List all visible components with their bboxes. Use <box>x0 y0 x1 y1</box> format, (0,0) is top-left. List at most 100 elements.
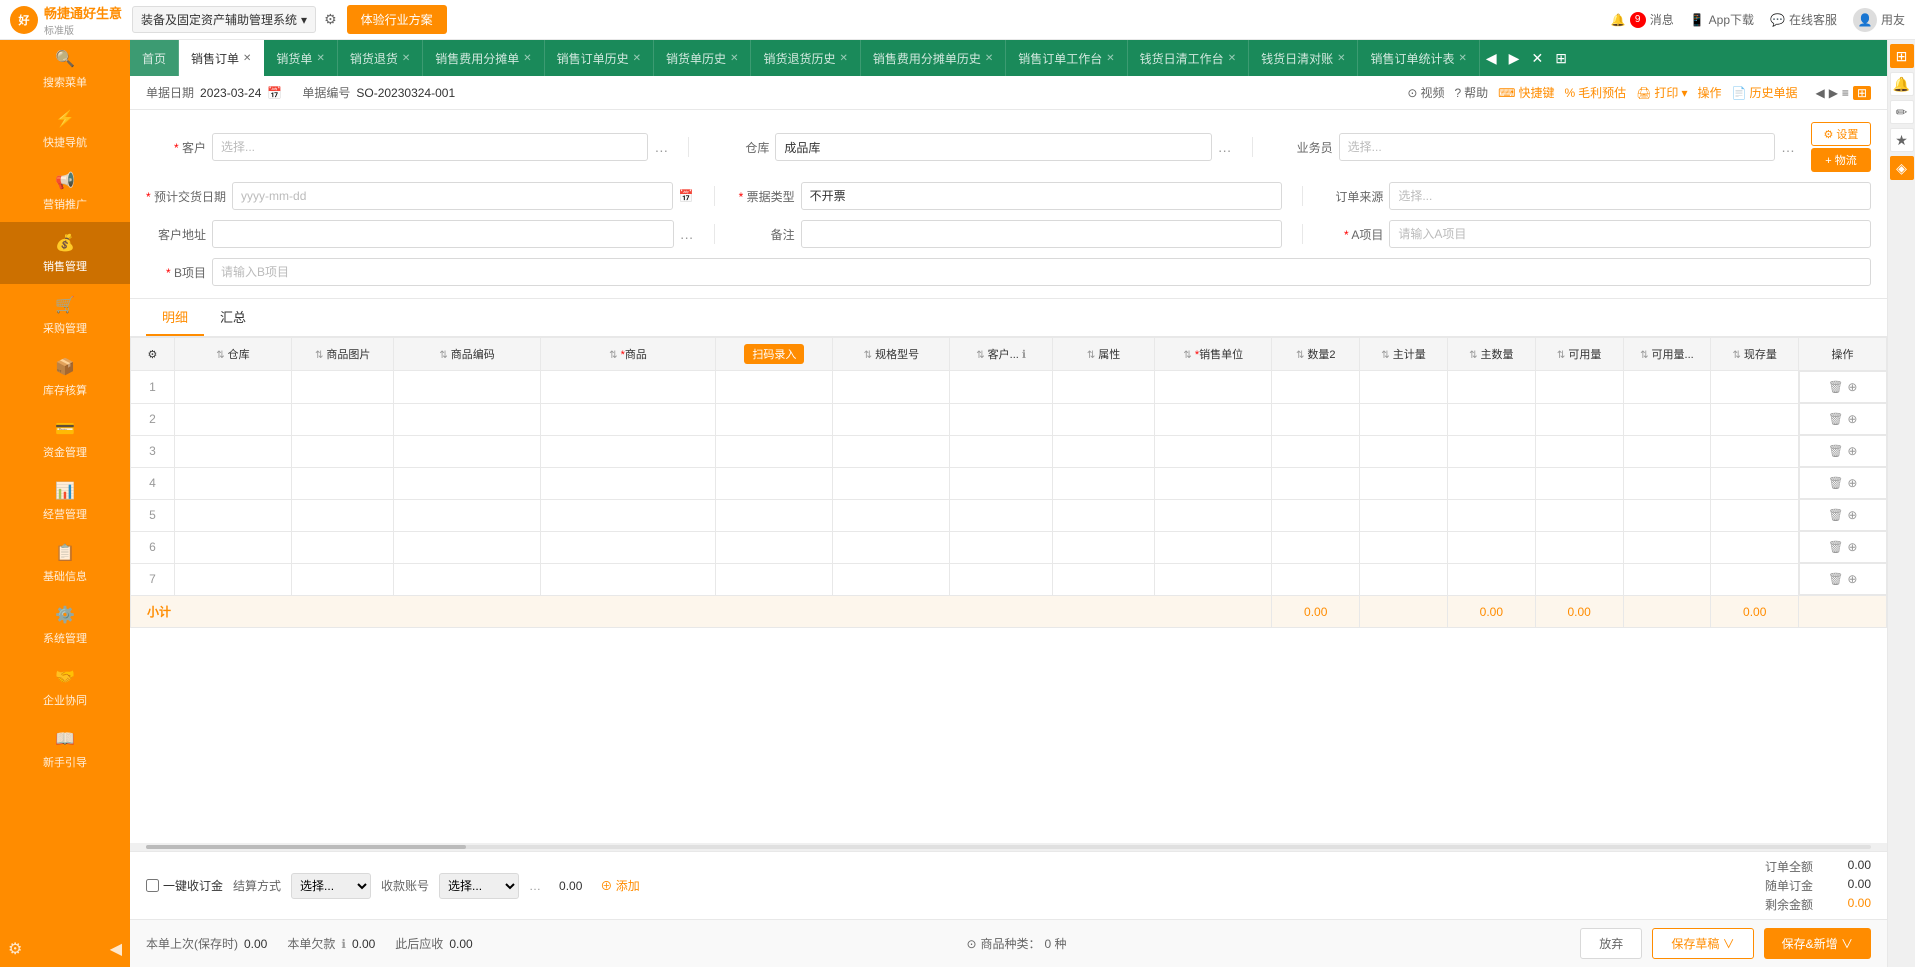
col-settings[interactable]: ⚙ <box>131 338 175 371</box>
copy-row-icon[interactable]: ⊕ <box>1847 572 1857 586</box>
view-video-btn[interactable]: ⊙ 视频 <box>1407 84 1444 101</box>
tab-close-icon[interactable]: ✕ <box>523 53 531 64</box>
col-qty2[interactable]: ⇅ 数量2 <box>1272 338 1360 371</box>
tab-close-icon[interactable]: ✕ <box>985 53 993 64</box>
nav-next-icon[interactable]: ▶ <box>1829 86 1838 100</box>
tab-sales-order-history[interactable]: 销售订单历史 ✕ <box>545 40 654 76</box>
sidebar-settings-icon[interactable]: ⚙ <box>8 939 22 959</box>
customer-more-icon[interactable]: … <box>654 139 668 155</box>
sidebar-item-quick-nav[interactable]: ⚡ 快捷导航 <box>0 98 130 160</box>
address-more-icon[interactable]: … <box>680 226 694 242</box>
list-view-icon[interactable]: ≡ <box>1842 86 1849 100</box>
save-draft-button[interactable]: 保存草稿 ∨ <box>1652 928 1753 959</box>
a-project-input[interactable] <box>1389 220 1871 248</box>
col-main-qty[interactable]: ⇅ 主数量 <box>1447 338 1535 371</box>
sidebar-item-basic-info[interactable]: 📋 基础信息 <box>0 532 130 594</box>
sidebar-item-marketing[interactable]: 📢 营销推广 <box>0 160 130 222</box>
row-1-available2[interactable] <box>1623 371 1711 404</box>
row-1-warehouse[interactable] <box>174 371 291 404</box>
col-stock[interactable]: ⇅ 现存量 <box>1711 338 1799 371</box>
row-1-customer-code[interactable] <box>950 371 1052 404</box>
save-new-button[interactable]: 保存&新增 ∨ <box>1764 928 1871 959</box>
delete-row-icon[interactable]: 🗑 <box>1828 380 1843 394</box>
payment-dots[interactable]: … <box>529 879 541 893</box>
copy-row-icon[interactable]: ⊕ <box>1847 508 1857 522</box>
warehouse-more-icon[interactable]: … <box>1218 139 1232 155</box>
help-btn[interactable]: ? 帮助 <box>1454 84 1488 101</box>
tab-detail[interactable]: 明细 <box>146 299 204 336</box>
tab-sales-bill[interactable]: 销货单 ✕ <box>264 40 337 76</box>
col-available2[interactable]: ⇅ 可用量... <box>1623 338 1711 371</box>
tab-close-icon[interactable]: ✕ <box>633 53 641 64</box>
remark-input[interactable] <box>801 220 1283 248</box>
grid-view-icon[interactable]: ⊞ <box>1853 86 1871 100</box>
col-customer-code[interactable]: ⇅ 客户... ℹ <box>950 338 1052 371</box>
sidebar-item-finance[interactable]: 💳 资金管理 <box>0 408 130 470</box>
app-download-item[interactable]: 📱 App下载 <box>1690 11 1754 28</box>
debt-info-icon[interactable]: ℹ <box>341 937 346 951</box>
print-btn[interactable]: 🖨 打印 ▾ <box>1636 84 1687 101</box>
staff-input[interactable] <box>1339 133 1775 161</box>
tab-sales-expense[interactable]: 销售费用分摊单 ✕ <box>423 40 544 76</box>
delete-row-icon[interactable]: 🗑 <box>1828 412 1843 426</box>
sidebar-item-cooperation[interactable]: 🤝 企业协同 <box>0 656 130 718</box>
tab-sales-bill-history[interactable]: 销货单历史 ✕ <box>654 40 751 76</box>
tab-home[interactable]: 首页 <box>130 40 179 76</box>
sidebar-item-sales[interactable]: 💰 销售管理 <box>0 222 130 284</box>
row-1-main-qty[interactable] <box>1447 371 1535 404</box>
col-attribute[interactable]: ⇅ 属性 <box>1052 338 1154 371</box>
system-name[interactable]: 装备及固定资产辅助管理系统 ▾ <box>132 6 316 33</box>
col-code[interactable]: ⇅ 商品编码 <box>394 338 540 371</box>
tab-close-icon[interactable]: ✕ <box>1459 53 1467 64</box>
sidebar-item-system[interactable]: ⚙️ 系统管理 <box>0 594 130 656</box>
shortcut-btn[interactable]: ⌨ 快捷键 <box>1498 84 1554 101</box>
tab-close-icon[interactable]: ✕ <box>402 53 410 64</box>
staff-more-icon[interactable]: … <box>1781 139 1795 155</box>
tab-expense-history[interactable]: 销售费用分摊单历史 ✕ <box>861 40 1006 76</box>
tab-close-icon[interactable]: ✕ <box>1337 53 1345 64</box>
right-icon-config[interactable]: ⊞ <box>1890 44 1914 68</box>
payment-method-select[interactable]: 选择... <box>291 873 371 899</box>
tab-daily-clear[interactable]: 钱货日清工作台 ✕ <box>1128 40 1249 76</box>
tab-close-icon[interactable]: ✕ <box>243 53 251 64</box>
copy-row-icon[interactable]: ⊕ <box>1847 380 1857 394</box>
tab-close-icon[interactable]: ✕ <box>730 53 738 64</box>
tab-close-icon[interactable]: ✕ <box>1106 53 1114 64</box>
delete-row-icon[interactable]: 🗑 <box>1828 508 1843 522</box>
history-order-btn[interactable]: 📄 历史单据 <box>1731 84 1797 101</box>
scan-input-button[interactable]: 扫码录入 <box>744 344 804 364</box>
account-select[interactable]: 选择... <box>439 873 519 899</box>
calendar-icon[interactable]: 📅 <box>267 86 282 100</box>
row-1-main-unit[interactable] <box>1360 371 1448 404</box>
sidebar-search[interactable]: 🔍 搜索菜单 <box>0 40 130 98</box>
copy-row-icon[interactable]: ⊕ <box>1847 476 1857 490</box>
tab-next-btn[interactable]: ▶ <box>1503 40 1526 76</box>
one-click-deposit-label[interactable]: 一键收订金 <box>146 877 223 894</box>
col-unit[interactable]: ⇅ *销售单位 <box>1155 338 1272 371</box>
user-item[interactable]: 👤 用友 <box>1853 8 1905 32</box>
settings-gear-icon[interactable]: ⚙ <box>324 11 337 28</box>
tab-close-icon[interactable]: ✕ <box>316 53 324 64</box>
invoice-type-select[interactable]: 不开票 增值税专用发票 增值税普通发票 <box>801 182 1283 210</box>
tab-sales-return[interactable]: 销货退货 ✕ <box>338 40 423 76</box>
online-service-item[interactable]: 💬 在线客服 <box>1770 11 1837 28</box>
row-1-spec[interactable] <box>833 371 950 404</box>
delete-row-icon[interactable]: 🗑 <box>1828 540 1843 554</box>
delete-row-icon[interactable]: 🗑 <box>1828 476 1843 490</box>
right-icon-edit[interactable]: ✏ <box>1890 100 1914 124</box>
tab-close-icon[interactable]: ✕ <box>1228 53 1236 64</box>
row-1-code[interactable] <box>394 371 540 404</box>
col-spec[interactable]: ⇅ 规格型号 <box>833 338 950 371</box>
row-1-goods[interactable] <box>540 371 716 404</box>
tab-close-all-btn[interactable]: ✕ <box>1525 40 1549 76</box>
tab-prev-btn[interactable]: ◀ <box>1480 40 1503 76</box>
col-goods[interactable]: ⇅ *商品 <box>540 338 716 371</box>
add-logistics-button[interactable]: + 物流 <box>1811 148 1871 172</box>
col-main-unit[interactable]: ⇅ 主计量 <box>1360 338 1448 371</box>
copy-row-icon[interactable]: ⊕ <box>1847 540 1857 554</box>
copy-row-icon[interactable]: ⊕ <box>1847 444 1857 458</box>
sidebar-item-operation[interactable]: 📊 经营管理 <box>0 470 130 532</box>
sidebar-collapse-icon[interactable]: ◀ <box>110 939 122 959</box>
delivery-date-input[interactable] <box>232 182 673 210</box>
address-input[interactable] <box>212 220 674 248</box>
